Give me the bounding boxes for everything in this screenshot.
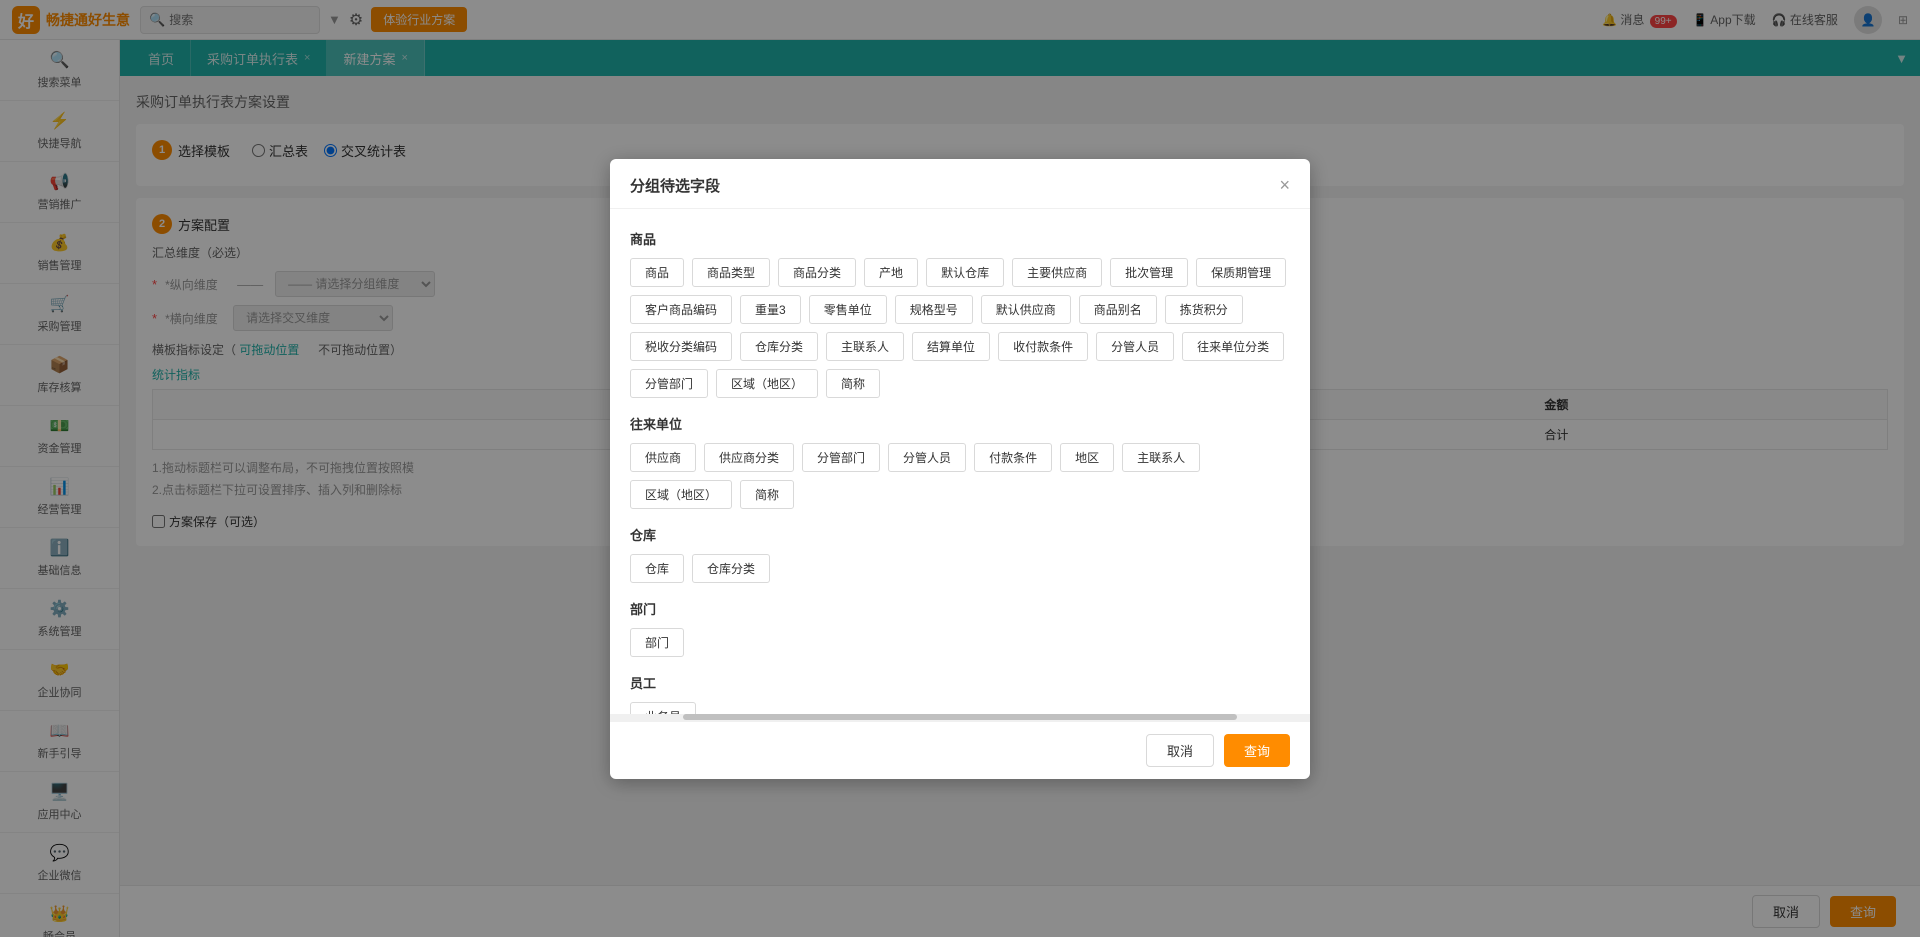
field-tag-0-6[interactable]: 批次管理 bbox=[1110, 258, 1188, 287]
field-tag-2-0[interactable]: 仓库 bbox=[630, 554, 684, 583]
field-tag-0-11[interactable]: 规格型号 bbox=[895, 295, 973, 324]
field-tag-0-16[interactable]: 仓库分类 bbox=[740, 332, 818, 361]
modal: 分组待选字段 × 商品商品商品类型商品分类产地默认仓库主要供应商批次管理保质期管… bbox=[610, 159, 1310, 779]
field-tag-0-13[interactable]: 商品别名 bbox=[1079, 295, 1157, 324]
modal-footer: 取消 查询 bbox=[610, 721, 1310, 779]
field-tag-0-1[interactable]: 商品类型 bbox=[692, 258, 770, 287]
section-title-2: 仓库 bbox=[630, 525, 1290, 544]
section-title-4: 员工 bbox=[630, 673, 1290, 692]
field-tag-0-9[interactable]: 重量3 bbox=[740, 295, 801, 324]
field-tag-1-3[interactable]: 分管人员 bbox=[888, 443, 966, 472]
field-tag-0-24[interactable]: 简称 bbox=[826, 369, 880, 398]
field-tag-0-14[interactable]: 拣货积分 bbox=[1165, 295, 1243, 324]
field-tag-1-1[interactable]: 供应商分类 bbox=[704, 443, 794, 472]
field-tag-1-5[interactable]: 地区 bbox=[1060, 443, 1114, 472]
field-tag-0-15[interactable]: 税收分类编码 bbox=[630, 332, 732, 361]
field-tag-0-3[interactable]: 产地 bbox=[864, 258, 918, 287]
section-title-0: 商品 bbox=[630, 229, 1290, 248]
field-tag-1-7[interactable]: 区域（地区） bbox=[630, 480, 732, 509]
field-tag-0-2[interactable]: 商品分类 bbox=[778, 258, 856, 287]
field-tag-0-17[interactable]: 主联系人 bbox=[826, 332, 904, 361]
field-grid-0: 商品商品类型商品分类产地默认仓库主要供应商批次管理保质期管理客户商品编码重量3 零… bbox=[630, 258, 1290, 398]
field-grid-4: 业务员 bbox=[630, 702, 1290, 715]
field-tag-0-23[interactable]: 区域（地区） bbox=[716, 369, 818, 398]
field-tag-1-4[interactable]: 付款条件 bbox=[974, 443, 1052, 472]
modal-overlay: 分组待选字段 × 商品商品商品类型商品分类产地默认仓库主要供应商批次管理保质期管… bbox=[0, 0, 1920, 937]
field-tag-0-12[interactable]: 默认供应商 bbox=[981, 295, 1071, 324]
field-tag-0-22[interactable]: 分管部门 bbox=[630, 369, 708, 398]
section-title-3: 部门 bbox=[630, 599, 1290, 618]
field-tag-1-0[interactable]: 供应商 bbox=[630, 443, 696, 472]
field-tag-3-0[interactable]: 部门 bbox=[630, 628, 684, 657]
modal-title: 分组待选字段 bbox=[630, 175, 720, 196]
modal-header: 分组待选字段 × bbox=[610, 159, 1310, 209]
field-tag-0-7[interactable]: 保质期管理 bbox=[1196, 258, 1286, 287]
field-tag-0-10[interactable]: 零售单位 bbox=[809, 295, 887, 324]
field-tag-0-19[interactable]: 收付款条件 bbox=[998, 332, 1088, 361]
field-grid-3: 部门 bbox=[630, 628, 1290, 657]
field-tag-0-5[interactable]: 主要供应商 bbox=[1012, 258, 1102, 287]
field-tag-1-8[interactable]: 简称 bbox=[740, 480, 794, 509]
confirm-button[interactable]: 查询 bbox=[1224, 734, 1290, 767]
scrollbar-thumb bbox=[683, 714, 1237, 720]
field-tag-1-2[interactable]: 分管部门 bbox=[802, 443, 880, 472]
section-title-1: 往来单位 bbox=[630, 414, 1290, 433]
field-tag-0-0[interactable]: 商品 bbox=[630, 258, 684, 287]
cancel-button[interactable]: 取消 bbox=[1146, 734, 1214, 767]
modal-close-button[interactable]: × bbox=[1279, 176, 1290, 194]
field-tag-1-6[interactable]: 主联系人 bbox=[1122, 443, 1200, 472]
field-tag-0-8[interactable]: 客户商品编码 bbox=[630, 295, 732, 324]
field-tag-2-1[interactable]: 仓库分类 bbox=[692, 554, 770, 583]
modal-body[interactable]: 商品商品商品类型商品分类产地默认仓库主要供应商批次管理保质期管理客户商品编码重量… bbox=[610, 209, 1310, 715]
field-tag-0-4[interactable]: 默认仓库 bbox=[926, 258, 1004, 287]
field-grid-2: 仓库仓库分类 bbox=[630, 554, 1290, 583]
field-tag-0-20[interactable]: 分管人员 bbox=[1096, 332, 1174, 361]
field-tag-4-0[interactable]: 业务员 bbox=[630, 702, 696, 715]
field-grid-1: 供应商供应商分类分管部门分管人员付款条件地区主联系人区域（地区） 简称 bbox=[630, 443, 1290, 509]
field-tag-0-18[interactable]: 结算单位 bbox=[912, 332, 990, 361]
field-tag-0-21[interactable]: 往来单位分类 bbox=[1182, 332, 1284, 361]
